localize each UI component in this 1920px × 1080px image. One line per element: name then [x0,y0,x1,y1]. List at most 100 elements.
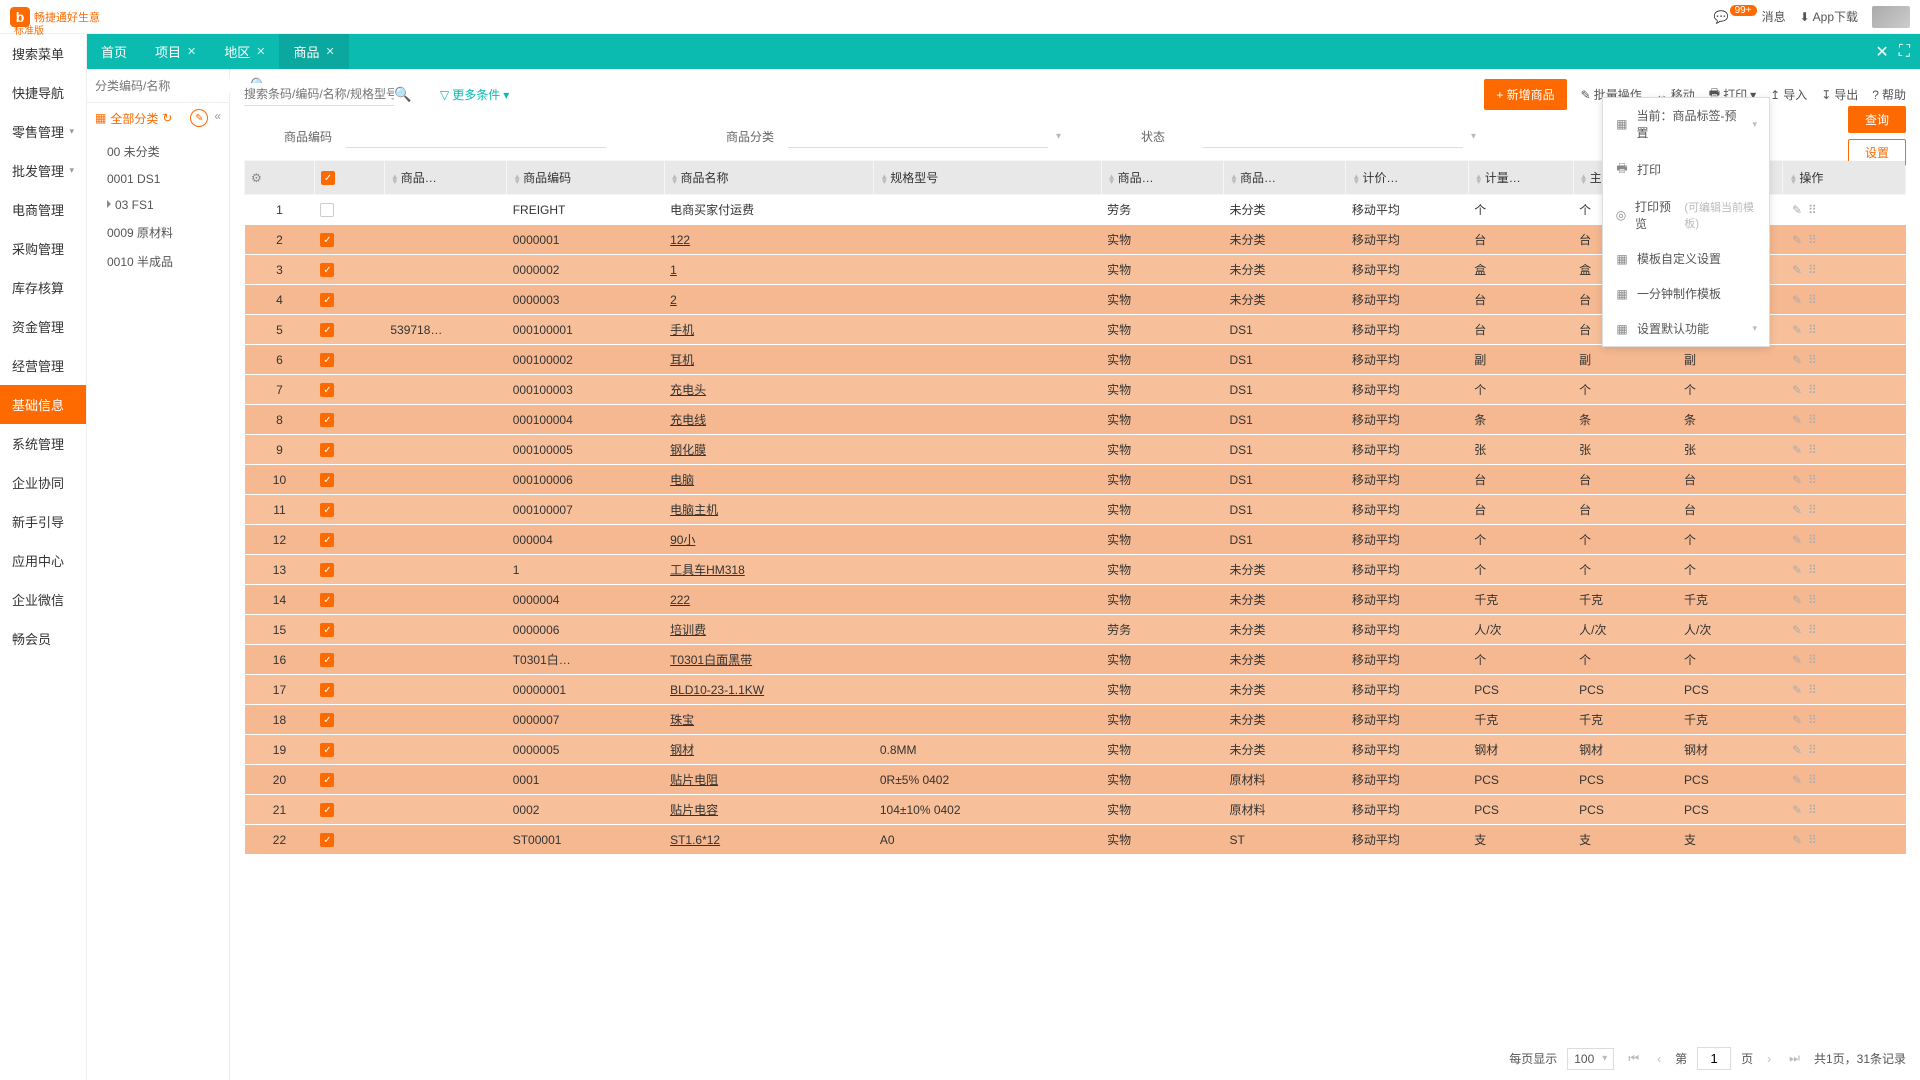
fullscreen-icon[interactable]: ⛶ [1899,43,1910,61]
edit-category-icon[interactable]: ✎ [190,109,208,127]
more-row-icon[interactable]: ⠿ [1808,743,1817,757]
col-header[interactable]: ▲▼规格型号 [874,161,1101,195]
row-checkbox[interactable]: ✓ [320,563,334,577]
col-header[interactable]: ▲▼商品… [1101,161,1223,195]
dropdown-item[interactable]: ▦一分钟制作模板 [1603,276,1769,311]
edit-row-icon[interactable]: ✎ [1792,383,1802,397]
more-row-icon[interactable]: ⠿ [1808,833,1817,847]
more-row-icon[interactable]: ⠿ [1808,293,1817,307]
row-checkbox[interactable]: ✓ [320,293,334,307]
page-input[interactable] [1697,1047,1731,1070]
category-item[interactable]: 0010 半成品 [87,247,229,276]
next-page-icon[interactable]: › [1763,1052,1775,1066]
product-name-link[interactable]: 电脑主机 [670,503,718,517]
dropdown-item[interactable]: ◎打印预览(可编辑当前模板) [1603,189,1769,241]
row-checkbox[interactable]: ✓ [320,353,334,367]
row-checkbox[interactable]: ✓ [320,443,334,457]
sidebar-item[interactable]: 企业协同 [0,463,86,502]
last-page-icon[interactable]: ⏭ [1785,1051,1804,1066]
table-row[interactable]: 11✓000100007电脑主机实物DS1移动平均台台台✎⠿ [245,495,1906,525]
more-row-icon[interactable]: ⠿ [1808,653,1817,667]
table-row[interactable]: 16✓T0301白…T0301白面黑带实物未分类移动平均个个个✎⠿ [245,645,1906,675]
chevron-down-icon[interactable]: ▾ [1056,131,1061,142]
more-row-icon[interactable]: ⠿ [1808,473,1817,487]
row-checkbox[interactable]: ✓ [320,623,334,637]
more-row-icon[interactable]: ⠿ [1808,233,1817,247]
col-header[interactable]: ▲▼计价… [1346,161,1468,195]
export-action[interactable]: ↧导出 [1821,86,1858,103]
category-item[interactable]: 0009 原材料 [87,218,229,247]
product-name-link[interactable]: 122 [670,233,690,247]
query-button[interactable]: 查询 [1848,106,1906,133]
category-item[interactable]: 03 FS1 [87,192,229,218]
more-row-icon[interactable]: ⠿ [1808,383,1817,397]
more-row-icon[interactable]: ⠿ [1808,263,1817,277]
more-row-icon[interactable]: ⠿ [1808,593,1817,607]
col-header[interactable]: ▲▼计量… [1468,161,1573,195]
more-filters-link[interactable]: ▽更多条件▾ [440,86,509,103]
search-input[interactable] [244,83,394,106]
row-checkbox[interactable]: ✓ [320,803,334,817]
sidebar-item[interactable]: 经营管理 [0,346,86,385]
row-checkbox[interactable]: ✓ [320,323,334,337]
category-header[interactable]: ▦ 全部分类 ↻ ✎ « [87,103,229,133]
product-name-link[interactable]: 珠宝 [670,713,694,727]
tab[interactable]: 首页 [87,34,141,69]
help-action[interactable]: ?帮助 [1872,86,1906,103]
product-name-link[interactable]: 培训费 [670,623,706,637]
more-row-icon[interactable]: ⠿ [1808,503,1817,517]
more-row-icon[interactable]: ⠿ [1808,533,1817,547]
close-icon[interactable]: ✕ [256,45,265,58]
tab-close-all-icon[interactable]: ✕ [1875,42,1888,62]
row-checkbox[interactable]: ✓ [320,593,334,607]
sidebar-item[interactable]: 电商管理 [0,190,86,229]
edit-row-icon[interactable]: ✎ [1792,623,1802,637]
more-row-icon[interactable]: ⠿ [1808,203,1817,217]
product-name-link[interactable]: 2 [670,293,677,307]
messages-button[interactable]: 💬 99+ 消息 [1714,8,1786,25]
product-name-link[interactable]: 1 [670,263,677,277]
tab[interactable]: 地区✕ [210,34,279,69]
more-row-icon[interactable]: ⠿ [1808,803,1817,817]
row-checkbox[interactable]: ✓ [320,233,334,247]
edit-row-icon[interactable]: ✎ [1792,683,1802,697]
col-header[interactable]: ✓ [314,161,384,195]
edit-row-icon[interactable]: ✎ [1792,533,1802,547]
sidebar-item[interactable]: 新手引导 [0,502,86,541]
table-row[interactable]: 14✓0000004222实物未分类移动平均千克千克千克✎⠿ [245,585,1906,615]
dropdown-current[interactable]: ▦当前：商品标签-预置▾ [1603,98,1769,150]
edit-row-icon[interactable]: ✎ [1792,743,1802,757]
sidebar-item[interactable]: 批发管理▾ [0,151,86,190]
col-header[interactable]: ⚙ [245,161,315,195]
sidebar-item[interactable]: 库存核算 [0,268,86,307]
edit-row-icon[interactable]: ✎ [1792,323,1802,337]
sidebar-item[interactable]: 零售管理▾ [0,112,86,151]
avatar[interactable] [1872,6,1910,28]
row-checkbox[interactable]: ✓ [320,713,334,727]
dropdown-item[interactable]: 🖶打印 [1603,150,1769,189]
product-name-link[interactable]: 充电头 [670,383,706,397]
category-search-input[interactable] [95,79,250,93]
product-name-link[interactable]: 手机 [670,323,694,337]
row-checkbox[interactable]: ✓ [320,743,334,757]
sidebar-item[interactable]: 快捷导航 [0,73,86,112]
tab[interactable]: 商品✕ [279,34,348,69]
product-name-link[interactable]: 钢化膜 [670,443,706,457]
more-row-icon[interactable]: ⠿ [1808,773,1817,787]
close-icon[interactable]: ✕ [326,45,335,58]
row-checkbox[interactable]: ✓ [320,503,334,517]
table-row[interactable]: 10✓000100006电脑实物DS1移动平均台台台✎⠿ [245,465,1906,495]
table-row[interactable]: 9✓000100005钢化膜实物DS1移动平均张张张✎⠿ [245,435,1906,465]
filter-code-input[interactable] [346,124,606,148]
collapse-panel-icon[interactable]: « [214,109,221,127]
dropdown-item[interactable]: ▦模板自定义设置 [1603,241,1769,276]
more-row-icon[interactable]: ⠿ [1808,443,1817,457]
row-checkbox[interactable]: ✓ [320,833,334,847]
table-row[interactable]: 19✓0000005钢材0.8MM实物未分类移动平均钢材钢材钢材✎⠿ [245,735,1906,765]
add-product-button[interactable]: + 新增商品 [1484,79,1566,110]
product-name-link[interactable]: ST1.6*12 [670,833,720,847]
table-row[interactable]: 12✓00000490小实物DS1移动平均个个个✎⠿ [245,525,1906,555]
sidebar-item[interactable]: 搜索菜单 [0,34,86,73]
first-page-icon[interactable]: ⏮ [1624,1051,1643,1066]
more-row-icon[interactable]: ⠿ [1808,353,1817,367]
